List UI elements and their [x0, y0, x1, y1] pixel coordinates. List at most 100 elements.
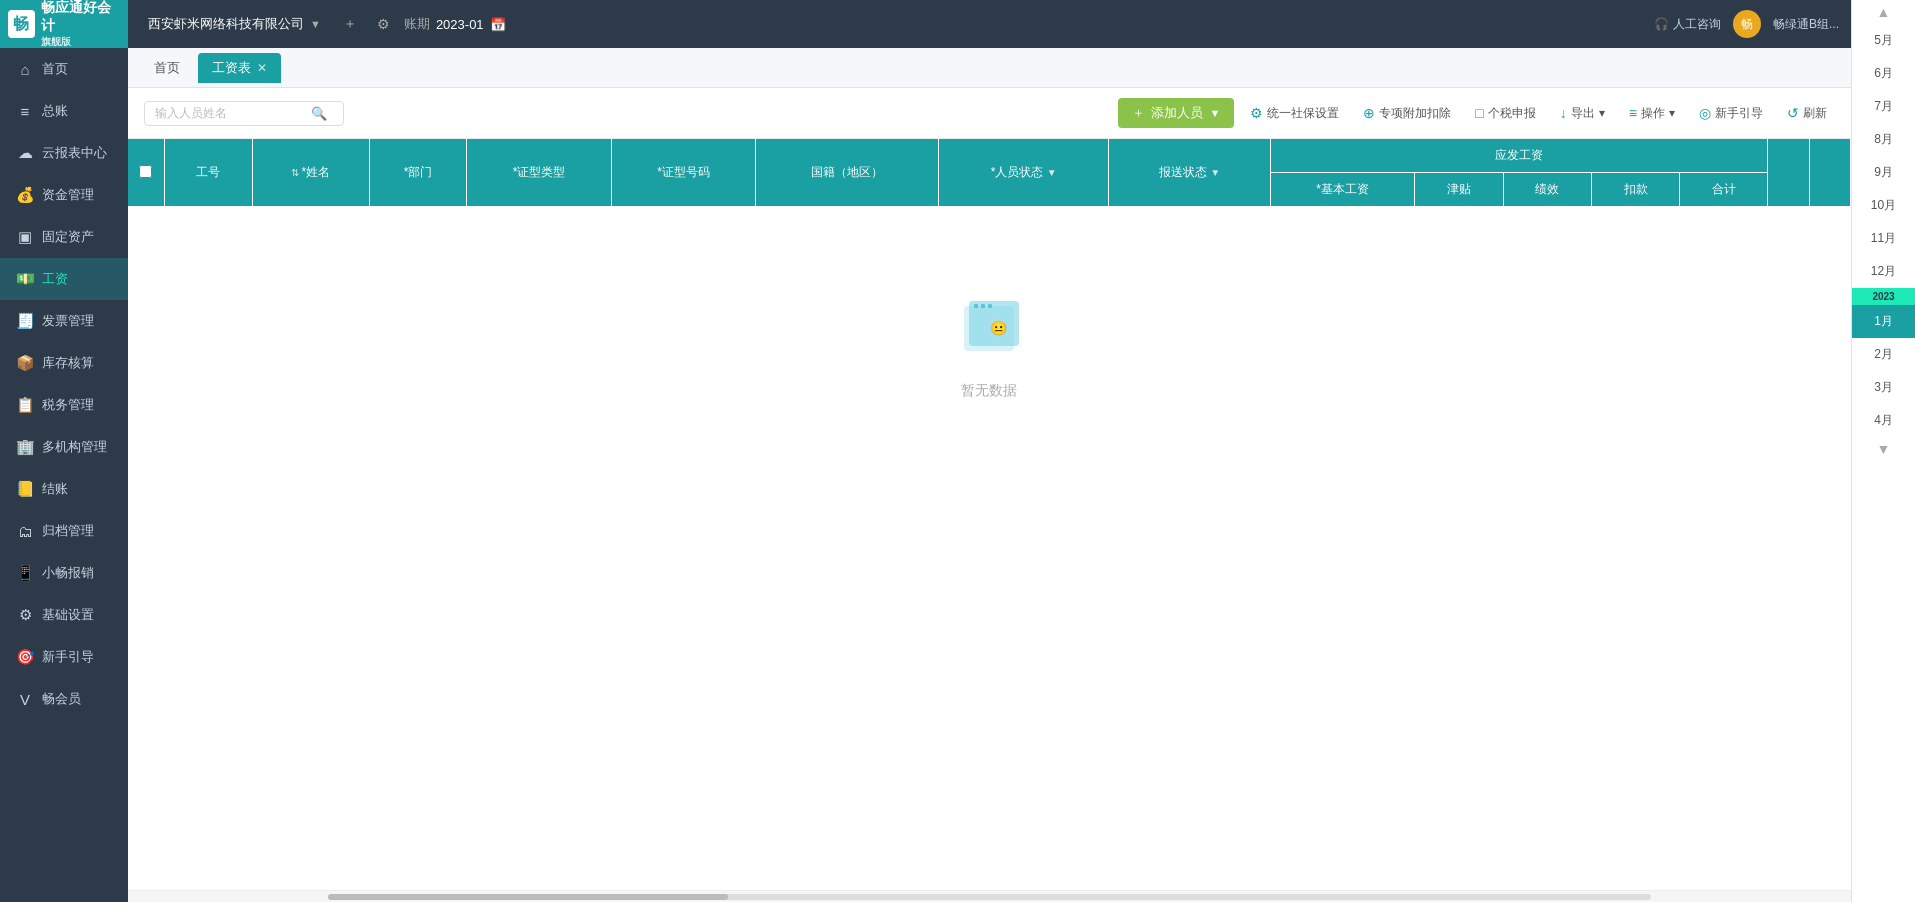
sidebar-item-home[interactable]: ⌂ 首页 — [0, 48, 128, 90]
sidebar: 畅 畅应通好会计 旗舰版 ⌂ 首页 ≡ 总账 ☁ 云报表中心 💰 资金管理 ▣ … — [0, 0, 128, 902]
finance-icon: 💰 — [16, 186, 34, 204]
headset-icon: 🎧 — [1654, 17, 1669, 31]
content-area: 🔍 ＋ 添加人员 ▼ ⚙ 统一社保设置 ⊕ 专项附加扣除 □ 个税申报 ↓ — [128, 88, 1851, 902]
search-input[interactable] — [155, 106, 305, 120]
sidebar-item-cloud-report[interactable]: ☁ 云报表中心 — [0, 132, 128, 174]
svg-text:😐: 😐 — [990, 320, 1008, 337]
org-icon: 🏢 — [16, 438, 34, 456]
scroll-down-button[interactable]: ▼ — [1852, 437, 1915, 461]
horizontal-scrollbar[interactable] — [128, 890, 1851, 902]
sidebar-item-invoice[interactable]: 🧾 发票管理 — [0, 300, 128, 342]
assets-icon: ▣ — [16, 228, 34, 246]
sidebar-item-label: 资金管理 — [42, 186, 94, 204]
tax-report-button[interactable]: □ 个税申报 — [1467, 101, 1543, 126]
inventory-icon: 📦 — [16, 354, 34, 372]
special-deduction-button[interactable]: ⊕ 专项附加扣除 — [1355, 101, 1459, 126]
toolbar: 🔍 ＋ 添加人员 ▼ ⚙ 统一社保设置 ⊕ 专项附加扣除 □ 个税申报 ↓ — [128, 88, 1851, 139]
topbar: 西安虾米网络科技有限公司 ▼ ＋ ⚙ 账期 2023-01 📅 🎧 人工咨询 畅… — [128, 0, 1851, 48]
sidebar-item-expense[interactable]: 📱 小畅报销 — [0, 552, 128, 594]
sidebar-item-label: 小畅报销 — [42, 564, 94, 582]
tab-home[interactable]: 首页 — [140, 53, 194, 83]
month-9[interactable]: 9月 — [1852, 156, 1915, 189]
select-all-checkbox[interactable] — [139, 165, 152, 178]
company-name: 西安虾米网络科技有限公司 — [148, 15, 304, 33]
month-4[interactable]: 4月 — [1852, 404, 1915, 437]
sidebar-item-label: 库存核算 — [42, 354, 94, 372]
empty-state: 😐 暂无数据 — [128, 206, 1851, 480]
archive-icon: 🗂 — [16, 523, 34, 540]
sidebar-item-close-account[interactable]: 📒 结账 — [0, 468, 128, 510]
sidebar-item-label: 多机构管理 — [42, 438, 107, 456]
month-11[interactable]: 11月 — [1852, 222, 1915, 255]
th-person-status[interactable]: *人员状态 ▼ — [938, 139, 1109, 206]
sidebar-item-label: 发票管理 — [42, 312, 94, 330]
calendar-icon[interactable]: 📅 — [490, 17, 506, 32]
th-id-number: *证型号码 — [611, 139, 756, 206]
sidebar-item-salary[interactable]: 💵 工资 — [0, 258, 128, 300]
sidebar-item-multi-org[interactable]: 🏢 多机构管理 — [0, 426, 128, 468]
logo-icon: 畅 — [8, 10, 35, 38]
month-12[interactable]: 12月 — [1852, 255, 1915, 288]
guide-label: 新手引导 — [1715, 105, 1763, 122]
tab-home-label: 首页 — [154, 59, 180, 77]
company-selector[interactable]: 西安虾米网络科技有限公司 ▼ — [140, 11, 329, 37]
company-dropdown-icon: ▼ — [310, 18, 321, 30]
export-button[interactable]: ↓ 导出 ▾ — [1552, 101, 1613, 126]
th-salary-group: 应发工资 — [1270, 139, 1768, 173]
th-name[interactable]: ⇅ *姓名 — [252, 139, 369, 206]
month-7[interactable]: 7月 — [1852, 90, 1915, 123]
user-avatar[interactable]: 畅 — [1733, 10, 1761, 38]
add-company-button[interactable]: ＋ — [337, 11, 363, 37]
sidebar-item-settings[interactable]: ⚙ 基础设置 — [0, 594, 128, 636]
person-status-filter-icon[interactable]: ▼ — [1047, 167, 1057, 178]
report-status-filter-icon[interactable]: ▼ — [1210, 167, 1220, 178]
sidebar-item-archive[interactable]: 🗂 归档管理 — [0, 510, 128, 552]
operations-button[interactable]: ≡ 操作 ▾ — [1621, 101, 1683, 126]
tax-label: 个税申报 — [1488, 105, 1536, 122]
scrollbar-thumb[interactable] — [328, 894, 728, 900]
export-icon: ↓ — [1560, 105, 1567, 121]
settings-icon[interactable]: ⚙ — [371, 12, 396, 36]
month-8[interactable]: 8月 — [1852, 123, 1915, 156]
month-10[interactable]: 10月 — [1852, 189, 1915, 222]
right-panel: ▲ 5月 6月 7月 8月 9月 10月 11月 12月 2023 1月 2月 … — [1851, 0, 1915, 902]
sidebar-item-tax[interactable]: 📋 税务管理 — [0, 384, 128, 426]
topbar-right: 🎧 人工咨询 畅 畅绿通B组... — [1654, 10, 1839, 38]
add-person-button[interactable]: ＋ 添加人员 ▼ — [1118, 98, 1234, 128]
add-button-label: 添加人员 — [1151, 104, 1203, 122]
support-button[interactable]: 🎧 人工咨询 — [1654, 16, 1721, 33]
svg-rect-3 — [981, 304, 985, 308]
sidebar-item-label: 云报表中心 — [42, 144, 107, 162]
month-6[interactable]: 6月 — [1852, 57, 1915, 90]
month-2[interactable]: 2月 — [1852, 338, 1915, 371]
user-name: 畅绿通B组... — [1773, 16, 1839, 33]
th-checkbox[interactable] — [128, 139, 164, 206]
scroll-up-button[interactable]: ▲ — [1852, 0, 1915, 24]
refresh-button[interactable]: ↺ 刷新 — [1779, 101, 1835, 126]
salary-table: 工号 ⇅ *姓名 *部门 *证型类型 — [128, 139, 1851, 480]
sidebar-item-label: 总账 — [42, 102, 68, 120]
month-5[interactable]: 5月 — [1852, 24, 1915, 57]
sidebar-item-inventory[interactable]: 📦 库存核算 — [0, 342, 128, 384]
app-name: 畅应通好会计 — [41, 0, 121, 35]
sort-icon: ⇅ — [291, 167, 299, 178]
sidebar-item-label: 工资 — [42, 270, 68, 288]
month-3[interactable]: 3月 — [1852, 371, 1915, 404]
svg-rect-4 — [988, 304, 992, 308]
search-box[interactable]: 🔍 — [144, 101, 344, 126]
sidebar-item-ledger[interactable]: ≡ 总账 — [0, 90, 128, 132]
tab-close-icon[interactable]: ✕ — [257, 61, 267, 75]
month-1-active[interactable]: 1月 — [1852, 305, 1915, 338]
sidebar-item-finance[interactable]: 💰 资金管理 — [0, 174, 128, 216]
sidebar-item-fixed-assets[interactable]: ▣ 固定资产 — [0, 216, 128, 258]
guide-button[interactable]: ◎ 新手引导 — [1691, 101, 1771, 126]
th-report-status[interactable]: 报送状态 ▼ — [1109, 139, 1270, 206]
operations-label: 操作 — [1641, 105, 1665, 122]
social-security-button[interactable]: ⚙ 统一社保设置 — [1242, 101, 1347, 126]
tab-salary[interactable]: 工资表 ✕ — [198, 53, 281, 83]
table-container: 工号 ⇅ *姓名 *部门 *证型类型 — [128, 139, 1851, 890]
ledger-icon: ≡ — [16, 103, 34, 120]
sidebar-item-vip[interactable]: V 畅会员 — [0, 678, 128, 720]
sidebar-item-guide[interactable]: 🎯 新手引导 — [0, 636, 128, 678]
period-label: 账期 — [404, 15, 430, 33]
